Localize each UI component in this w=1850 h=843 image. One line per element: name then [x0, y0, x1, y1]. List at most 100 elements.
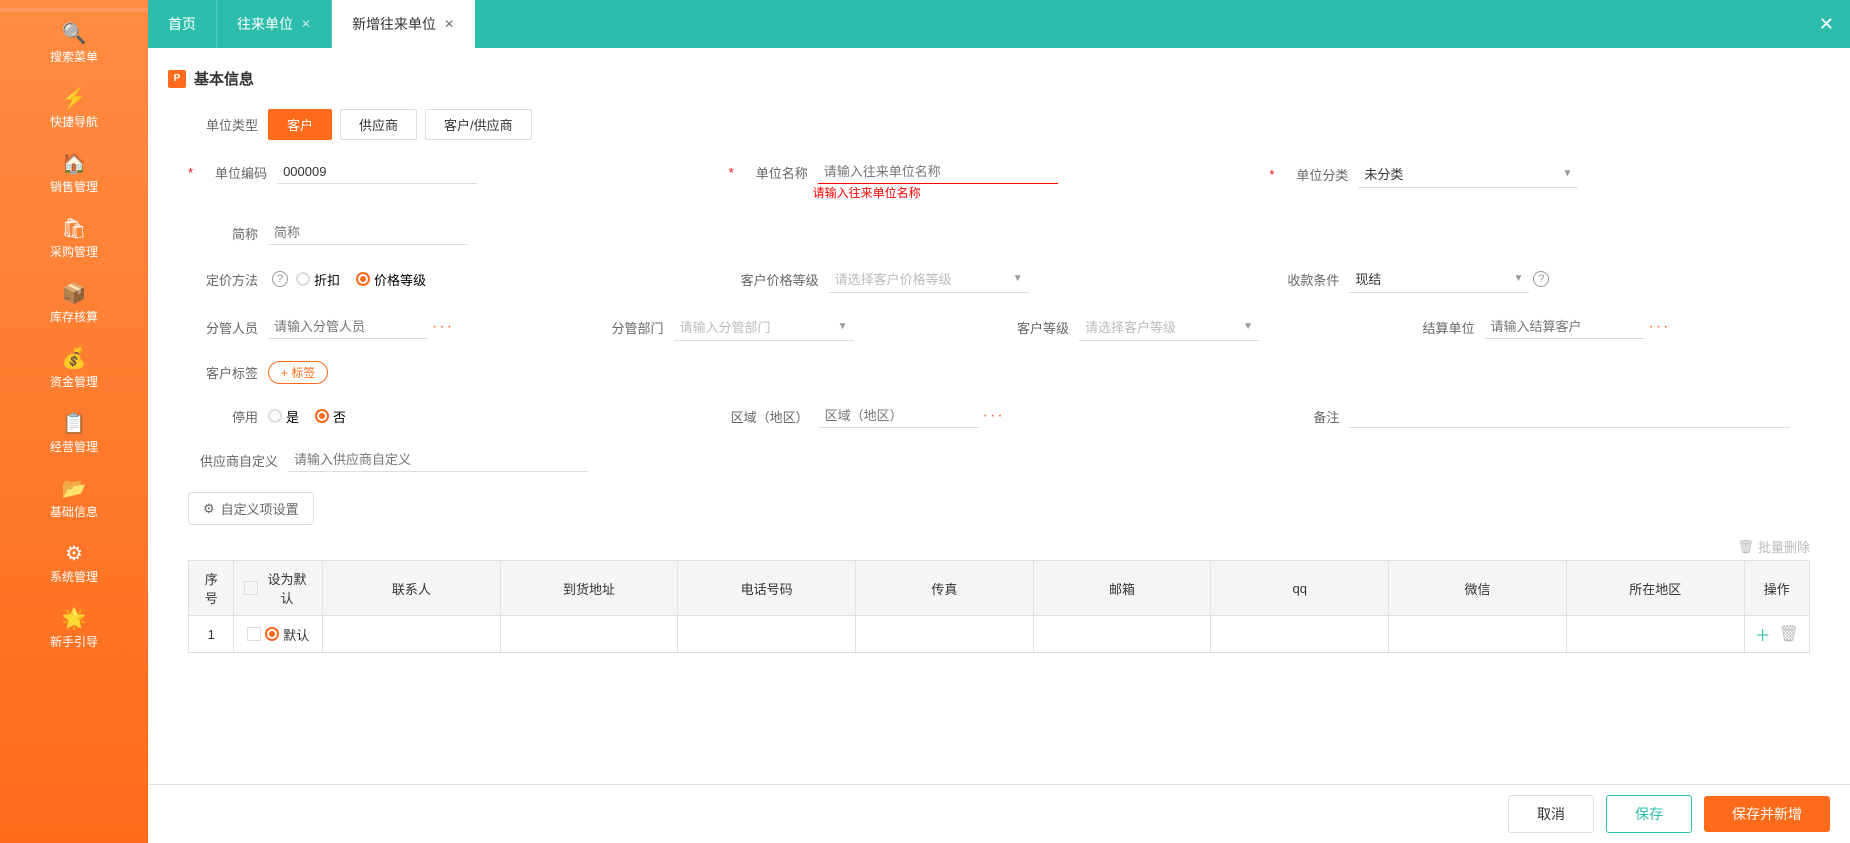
- pricing-help-icon[interactable]: ?: [272, 271, 288, 287]
- cell-region[interactable]: [1566, 616, 1744, 653]
- sidebar-label-newbie: 新手引导: [50, 633, 98, 650]
- sidebar-item-system[interactable]: ⚙ 系统管理: [0, 532, 148, 597]
- unit-type-supplier[interactable]: 供应商: [340, 109, 417, 140]
- phone-input[interactable]: [688, 627, 845, 642]
- save-new-button[interactable]: 保存并新增: [1704, 796, 1830, 832]
- cell-default: 默认: [234, 616, 323, 653]
- sidebar-label-purchase: 采购管理: [50, 243, 98, 260]
- sidebar-item-operations[interactable]: 📋 经营管理: [0, 402, 148, 467]
- pricing-level-option[interactable]: 价格等级: [356, 270, 426, 289]
- pricing-radio-group: 折扣 价格等级: [296, 270, 426, 289]
- newbie-icon: 🌟: [62, 609, 87, 629]
- unit-type-both[interactable]: 客户/供应商: [425, 109, 532, 140]
- supplier-def-input[interactable]: [288, 448, 588, 472]
- tab-partners[interactable]: 往来单位 ✕: [217, 0, 332, 48]
- sidebar-item-finance[interactable]: 💰 资金管理: [0, 337, 148, 402]
- disabled-no-label: 否: [333, 407, 346, 426]
- section-icon: P: [168, 70, 186, 88]
- unit-name-input[interactable]: [818, 160, 1058, 184]
- row-checkbox[interactable]: [247, 627, 261, 641]
- operations-icon: 📋: [62, 414, 87, 434]
- cell-fax[interactable]: [856, 616, 1034, 653]
- sidebar-label-basic: 基础信息: [50, 503, 98, 520]
- cancel-button[interactable]: 取消: [1508, 795, 1594, 833]
- settlement-more[interactable]: ···: [1645, 318, 1675, 336]
- unit-code-input[interactable]: [277, 160, 477, 184]
- sidebar-item-basic[interactable]: 📂 基础信息: [0, 467, 148, 532]
- sidebar-item-search[interactable]: 🔍 搜索菜单: [0, 12, 148, 77]
- contact-input[interactable]: [333, 627, 490, 642]
- abbreviation-input[interactable]: [268, 221, 468, 245]
- unit-type-row: 单位类型 客户 供应商 客户/供应商: [188, 109, 1810, 140]
- batch-delete-label[interactable]: 批量删除: [1758, 537, 1810, 556]
- basic-icon: 📂: [62, 479, 87, 499]
- settlement-input[interactable]: [1485, 315, 1645, 339]
- unit-category-select[interactable]: 未分类 ▼: [1358, 160, 1578, 188]
- row-actions: ＋ 🗑: [1755, 622, 1799, 646]
- customer-price-select[interactable]: 请选择客户价格等级 ▼: [829, 265, 1029, 293]
- cell-wechat[interactable]: [1389, 616, 1567, 653]
- customer-tag-group: 客户标签 + 标签: [188, 361, 1790, 384]
- sidebar-label-sales: 销售管理: [50, 178, 98, 195]
- sidebar-item-inventory[interactable]: 📦 库存核算: [0, 272, 148, 337]
- payment-help-icon[interactable]: ?: [1533, 271, 1549, 287]
- cell-qq[interactable]: [1211, 616, 1389, 653]
- payment-terms-select[interactable]: 现结 ▼: [1349, 265, 1529, 293]
- remark-input[interactable]: [1349, 404, 1790, 428]
- add-row-button[interactable]: ＋: [1755, 622, 1771, 646]
- unit-code-group: * 单位编码: [188, 160, 709, 184]
- tab-new-partner-close[interactable]: ✕: [444, 17, 454, 31]
- tab-partners-label: 往来单位: [237, 14, 293, 34]
- custom-settings-wrapper: ⚙ 自定义项设置: [188, 492, 1810, 525]
- cell-address[interactable]: [500, 616, 678, 653]
- disabled-no-option[interactable]: 否: [315, 407, 346, 426]
- dept-select[interactable]: 请输入分管部门 ▼: [674, 313, 854, 341]
- abbreviation-label: 简称: [188, 224, 258, 243]
- default-radio-item[interactable]: 默认: [265, 625, 309, 644]
- tab-home[interactable]: 首页: [148, 0, 217, 48]
- sidebar-item-purchase[interactable]: 🛍 采购管理: [0, 207, 148, 272]
- cell-email[interactable]: [1033, 616, 1211, 653]
- select-all-checkbox[interactable]: [244, 581, 258, 595]
- customer-level-group: 客户等级 请选择客户等级 ▼: [999, 313, 1385, 341]
- disabled-yes-option[interactable]: 是: [268, 407, 299, 426]
- unit-name-required: *: [729, 165, 734, 180]
- row-region-input[interactable]: [1577, 627, 1734, 642]
- col-index: 序号: [189, 561, 234, 616]
- sidebar-item-newbie[interactable]: 🌟 新手引导: [0, 597, 148, 662]
- unit-category-required: *: [1269, 167, 1274, 182]
- tab-bar-close-button[interactable]: ✕: [1819, 0, 1850, 48]
- customer-price-arrow: ▼: [1013, 273, 1023, 284]
- unit-type-customer[interactable]: 客户: [268, 109, 332, 140]
- disabled-group: 停用 是 否: [188, 407, 709, 426]
- custom-settings-button[interactable]: ⚙ 自定义项设置: [188, 492, 314, 525]
- region-more[interactable]: ···: [979, 407, 1009, 425]
- customer-price-placeholder: 请选择客户价格等级: [835, 269, 1013, 288]
- wechat-input[interactable]: [1399, 627, 1556, 642]
- cell-phone[interactable]: [678, 616, 856, 653]
- add-tag-button[interactable]: + 标签: [268, 361, 328, 384]
- cell-contact[interactable]: [322, 616, 500, 653]
- delete-row-button[interactable]: 🗑: [1779, 624, 1799, 644]
- tab-new-partner[interactable]: 新增往来单位 ✕: [332, 0, 475, 48]
- disabled-no-radio: [315, 409, 329, 423]
- fax-input[interactable]: [866, 627, 1023, 642]
- sidebar-item-quicknav[interactable]: ⚡ 快捷导航: [0, 77, 148, 142]
- region-input[interactable]: [819, 404, 979, 428]
- qq-input[interactable]: [1221, 627, 1378, 642]
- disabled-no-dot: [319, 413, 325, 419]
- email-input[interactable]: [1044, 627, 1201, 642]
- pricing-method-label: 定价方法: [188, 270, 258, 289]
- tab-home-label: 首页: [168, 14, 196, 34]
- pricing-discount-option[interactable]: 折扣: [296, 270, 340, 289]
- address-input[interactable]: [511, 627, 668, 642]
- supervisor-more[interactable]: ···: [428, 318, 458, 336]
- customer-level-select[interactable]: 请选择客户等级 ▼: [1079, 313, 1259, 341]
- col-default: 设为默认: [234, 561, 323, 616]
- supervisor-input[interactable]: [268, 315, 428, 339]
- unit-category-label: 单位分类: [1278, 165, 1348, 184]
- tab-partners-close[interactable]: ✕: [301, 17, 311, 31]
- col-wechat: 微信: [1389, 561, 1567, 616]
- sidebar-item-sales[interactable]: 🏠 销售管理: [0, 142, 148, 207]
- save-button[interactable]: 保存: [1606, 795, 1692, 833]
